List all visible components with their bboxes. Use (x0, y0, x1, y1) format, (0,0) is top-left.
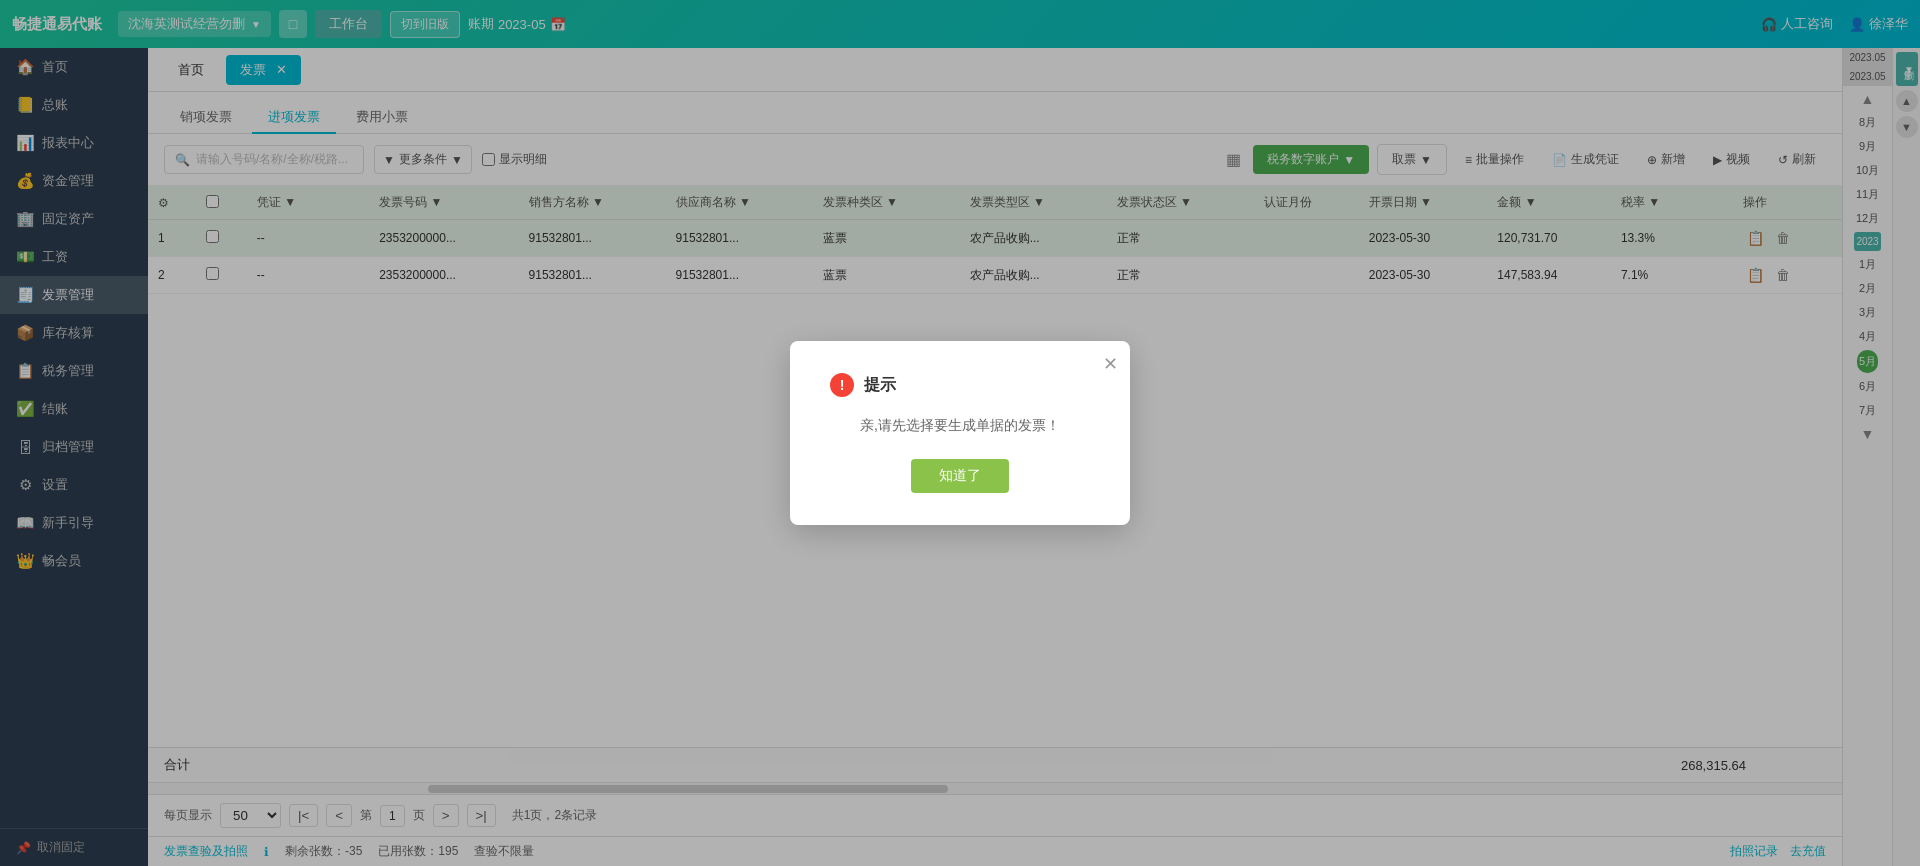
modal-close-btn[interactable]: ✕ (1103, 353, 1118, 375)
modal-message: 亲,请先选择要生成单据的发票！ (830, 417, 1090, 435)
modal-footer: 知道了 (830, 459, 1090, 493)
modal-box: ✕ ! 提示 亲,请先选择要生成单据的发票！ 知道了 (790, 341, 1130, 525)
modal-confirm-btn[interactable]: 知道了 (911, 459, 1009, 493)
modal-overlay[interactable]: ✕ ! 提示 亲,请先选择要生成单据的发票！ 知道了 (0, 0, 1920, 866)
modal-warning-icon: ! (830, 373, 854, 397)
modal-title: ! 提示 (830, 373, 1090, 397)
